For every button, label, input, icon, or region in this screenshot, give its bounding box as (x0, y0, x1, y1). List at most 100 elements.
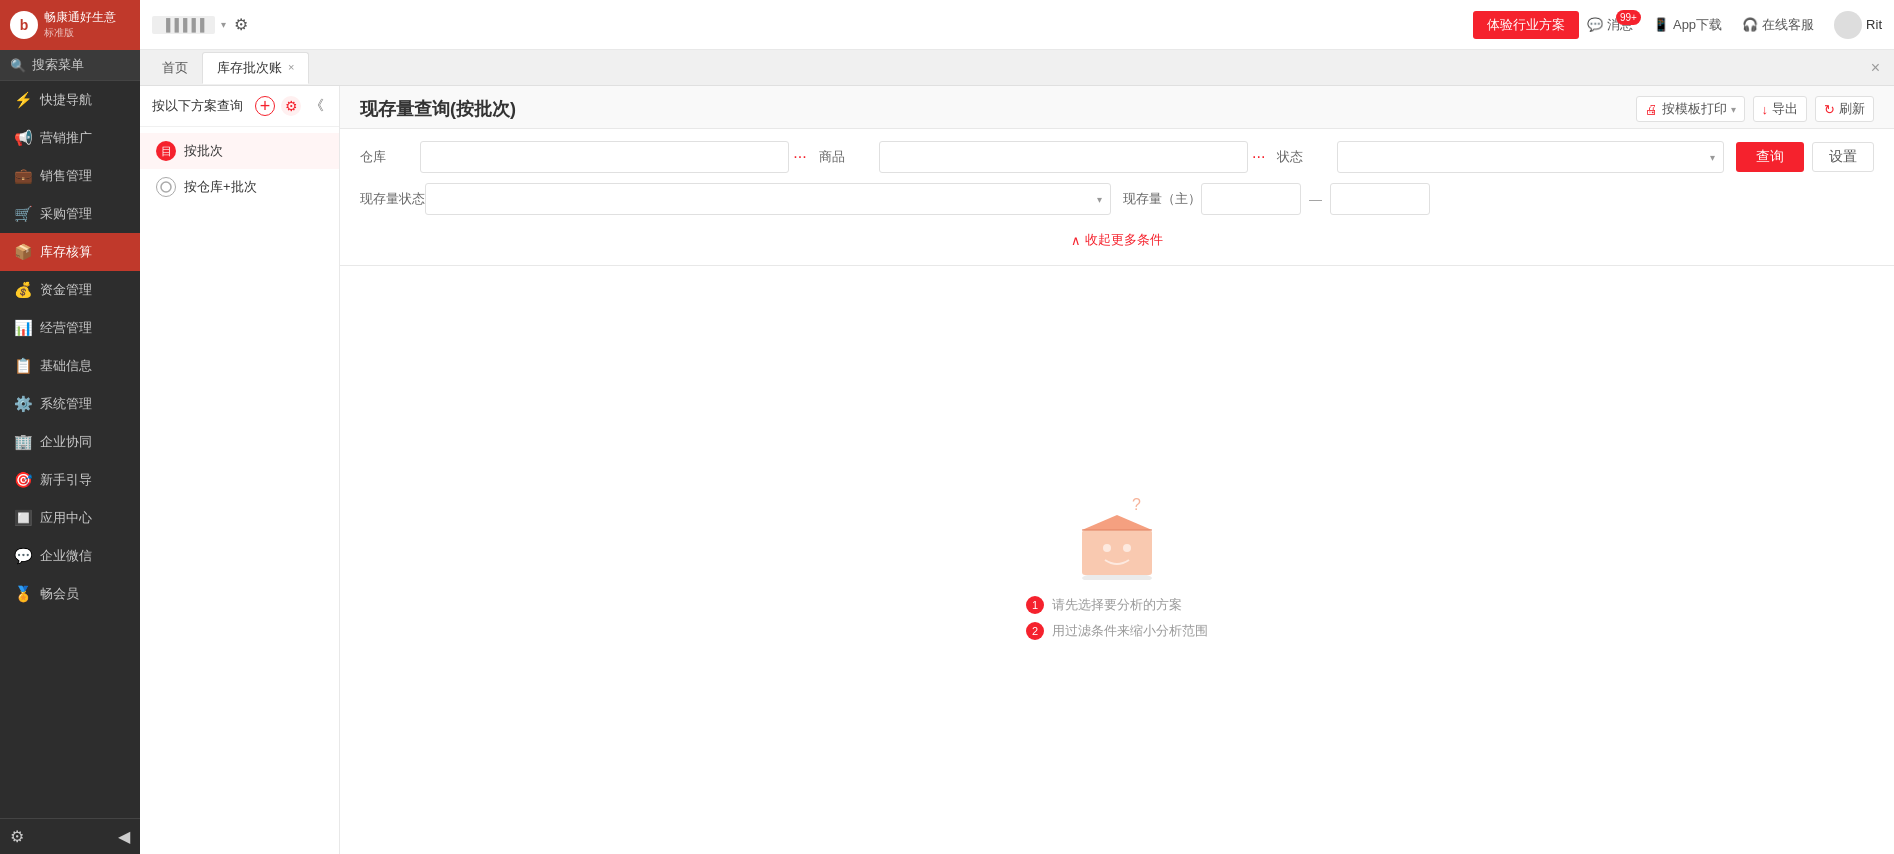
plan-list: 目 按批次 按仓库+批次 (140, 127, 339, 211)
plan-item-batch[interactable]: 目 按批次 (140, 133, 339, 169)
stock-qty-filter: 现存量（主） — (1123, 183, 1874, 215)
enterprise-icon: 🏢 (14, 433, 32, 451)
sidebar-item-shortcut[interactable]: ⚡ 快捷导航 (0, 81, 140, 119)
empty-illustration: ? (1057, 480, 1177, 580)
tab-inventory-batch[interactable]: 库存批次账 × (202, 52, 309, 84)
empty-tip-1: 1 请先选择要分析的方案 (1026, 596, 1208, 614)
tab-close-icon[interactable]: × (288, 62, 294, 73)
message-icon-item[interactable]: 💬 消息 99+ (1587, 16, 1633, 34)
message-icon: 💬 (1587, 17, 1603, 32)
tip-num-2: 2 (1026, 622, 1044, 640)
tip-text-2: 用过滤条件来缩小分析范围 (1052, 622, 1208, 640)
svg-rect-2 (1082, 530, 1152, 575)
industry-solution-button[interactable]: 体验行业方案 (1473, 11, 1579, 39)
sidebar-item-operations[interactable]: 📊 经营管理 (0, 309, 140, 347)
plan-settings-button[interactable]: ⚙ (281, 96, 301, 116)
export-button[interactable]: ↓ 导出 (1753, 96, 1808, 122)
product-input[interactable] (879, 141, 1248, 173)
sidebar-item-sales[interactable]: 💼 销售管理 (0, 157, 140, 195)
sidebar-item-apps[interactable]: 🔲 应用中心 (0, 499, 140, 537)
sidebar-item-member[interactable]: 🏅 畅会员 (0, 575, 140, 613)
breadcrumb-arrow[interactable]: ▾ (221, 19, 226, 30)
sidebar-item-finance[interactable]: 💰 资金管理 (0, 271, 140, 309)
svg-marker-3 (1082, 515, 1152, 530)
refresh-label: 刷新 (1839, 100, 1865, 118)
stock-qty-label: 现存量（主） (1123, 190, 1201, 208)
settings-icon[interactable]: ⚙ (10, 827, 24, 846)
stock-qty-dash: — (1301, 192, 1330, 207)
inventory-icon: 📦 (14, 243, 32, 261)
sidebar-item-label: 销售管理 (40, 167, 92, 185)
collapse-filter-row[interactable]: ∧ 收起更多条件 (360, 225, 1874, 253)
stock-qty-max-input[interactable] (1330, 183, 1430, 215)
breadcrumb: ▐▐▐▐▐ ▾ (152, 16, 226, 34)
sidebar-item-label: 快捷导航 (40, 91, 92, 109)
add-plan-button[interactable]: + (255, 96, 275, 116)
warehouse-input[interactable] (420, 141, 789, 173)
sidebar: b 畅康通好生意 标准版 🔍 搜索菜单 ⚡ 快捷导航 📢 营销推广 💼 (0, 0, 140, 854)
operations-icon: 📊 (14, 319, 32, 337)
app-download-item[interactable]: 📱 App下载 (1653, 16, 1722, 34)
print-button[interactable]: 🖨 按模板打印 ▾ (1636, 96, 1745, 122)
sidebar-item-label: 新手引导 (40, 471, 92, 489)
sidebar-item-wechat[interactable]: 💬 企业微信 (0, 537, 140, 575)
export-icon: ↓ (1762, 102, 1769, 117)
svg-point-5 (1103, 544, 1111, 552)
sidebar-item-purchase[interactable]: 🛒 采购管理 (0, 195, 140, 233)
sidebar-item-enterprise[interactable]: 🏢 企业协同 (0, 423, 140, 461)
topbar: ▐▐▐▐▐ ▾ ⚙ 体验行业方案 💬 消息 99+ 📱 App下载 🎧 在线客服… (140, 0, 1894, 50)
settings-button[interactable]: 设置 (1812, 142, 1874, 172)
plan-label-batch: 按批次 (184, 142, 223, 160)
filter-row-1: 仓库 ··· 商品 ··· 状态 ▾ (360, 141, 1874, 173)
avatar (1834, 11, 1862, 39)
stock-qty-min-input[interactable] (1201, 183, 1301, 215)
sidebar-item-label: 畅会员 (40, 585, 79, 603)
user-profile-item[interactable]: Rit (1834, 11, 1882, 39)
status-select[interactable]: ▾ (1337, 141, 1724, 173)
product-filter: 商品 ··· (819, 141, 1266, 173)
print-label: 按模板打印 (1662, 100, 1727, 118)
collapse-sidebar-icon[interactable]: ◀ (118, 827, 130, 846)
close-main-icon[interactable]: × (1865, 59, 1886, 77)
empty-tips: 1 请先选择要分析的方案 2 用过滤条件来缩小分析范围 (1026, 596, 1208, 640)
tab-home[interactable]: 首页 (148, 53, 202, 83)
content-area: 按以下方案查询 + ⚙ 《 目 按批次 按仓库+批次 (140, 86, 1894, 854)
left-panel-title: 按以下方案查询 (152, 97, 243, 115)
warehouse-label: 仓库 (360, 148, 420, 166)
print-dropdown-arrow[interactable]: ▾ (1731, 104, 1736, 115)
collapse-panel-button[interactable]: 《 (307, 96, 327, 116)
sidebar-header: b 畅康通好生意 标准版 (0, 0, 140, 50)
product-dots[interactable]: ··· (1252, 148, 1265, 166)
refresh-button[interactable]: ↻ 刷新 (1815, 96, 1874, 122)
tip-num-1: 1 (1026, 596, 1044, 614)
sidebar-version: 标准版 (44, 26, 116, 40)
plan-item-warehouse-batch[interactable]: 按仓库+批次 (140, 169, 339, 205)
sidebar-item-label: 资金管理 (40, 281, 92, 299)
sidebar-item-marketing[interactable]: 📢 营销推广 (0, 119, 140, 157)
plan-label-warehouse-batch: 按仓库+批次 (184, 178, 257, 196)
member-icon: 🏅 (14, 585, 32, 603)
collapse-icon: ∧ (1071, 233, 1081, 248)
app-download-label: App下载 (1673, 16, 1722, 34)
sidebar-item-guide[interactable]: 🎯 新手引导 (0, 461, 140, 499)
breadcrumb-text: ▐▐▐▐▐ (152, 16, 215, 34)
tab-bar: 首页 库存批次账 × × (140, 50, 1894, 86)
tip-text-1: 请先选择要分析的方案 (1052, 596, 1182, 614)
sidebar-item-basics[interactable]: 📋 基础信息 (0, 347, 140, 385)
page-title: 现存量查询(按批次) (360, 97, 516, 121)
online-service-item[interactable]: 🎧 在线客服 (1742, 16, 1814, 34)
warehouse-filter: 仓库 ··· (360, 141, 807, 173)
gear-icon[interactable]: ⚙ (234, 15, 248, 34)
sidebar-search-menu[interactable]: 🔍 搜索菜单 (0, 50, 140, 81)
svg-text:?: ? (1132, 496, 1141, 513)
stock-status-label: 现存量状态 (360, 190, 425, 208)
tab-right-area: × (1865, 59, 1886, 77)
page-header: 现存量查询(按批次) 🖨 按模板打印 ▾ ↓ 导出 ↻ 刷新 (340, 86, 1894, 129)
stock-status-select[interactable]: ▾ (425, 183, 1111, 215)
query-button[interactable]: 查询 (1736, 142, 1804, 172)
sidebar-item-system[interactable]: ⚙️ 系统管理 (0, 385, 140, 423)
sidebar-item-inventory[interactable]: 📦 库存核算 (0, 233, 140, 271)
warehouse-dots[interactable]: ··· (793, 148, 806, 166)
right-panel: 现存量查询(按批次) 🖨 按模板打印 ▾ ↓ 导出 ↻ 刷新 (340, 86, 1894, 854)
tab-home-label: 首页 (162, 59, 188, 77)
